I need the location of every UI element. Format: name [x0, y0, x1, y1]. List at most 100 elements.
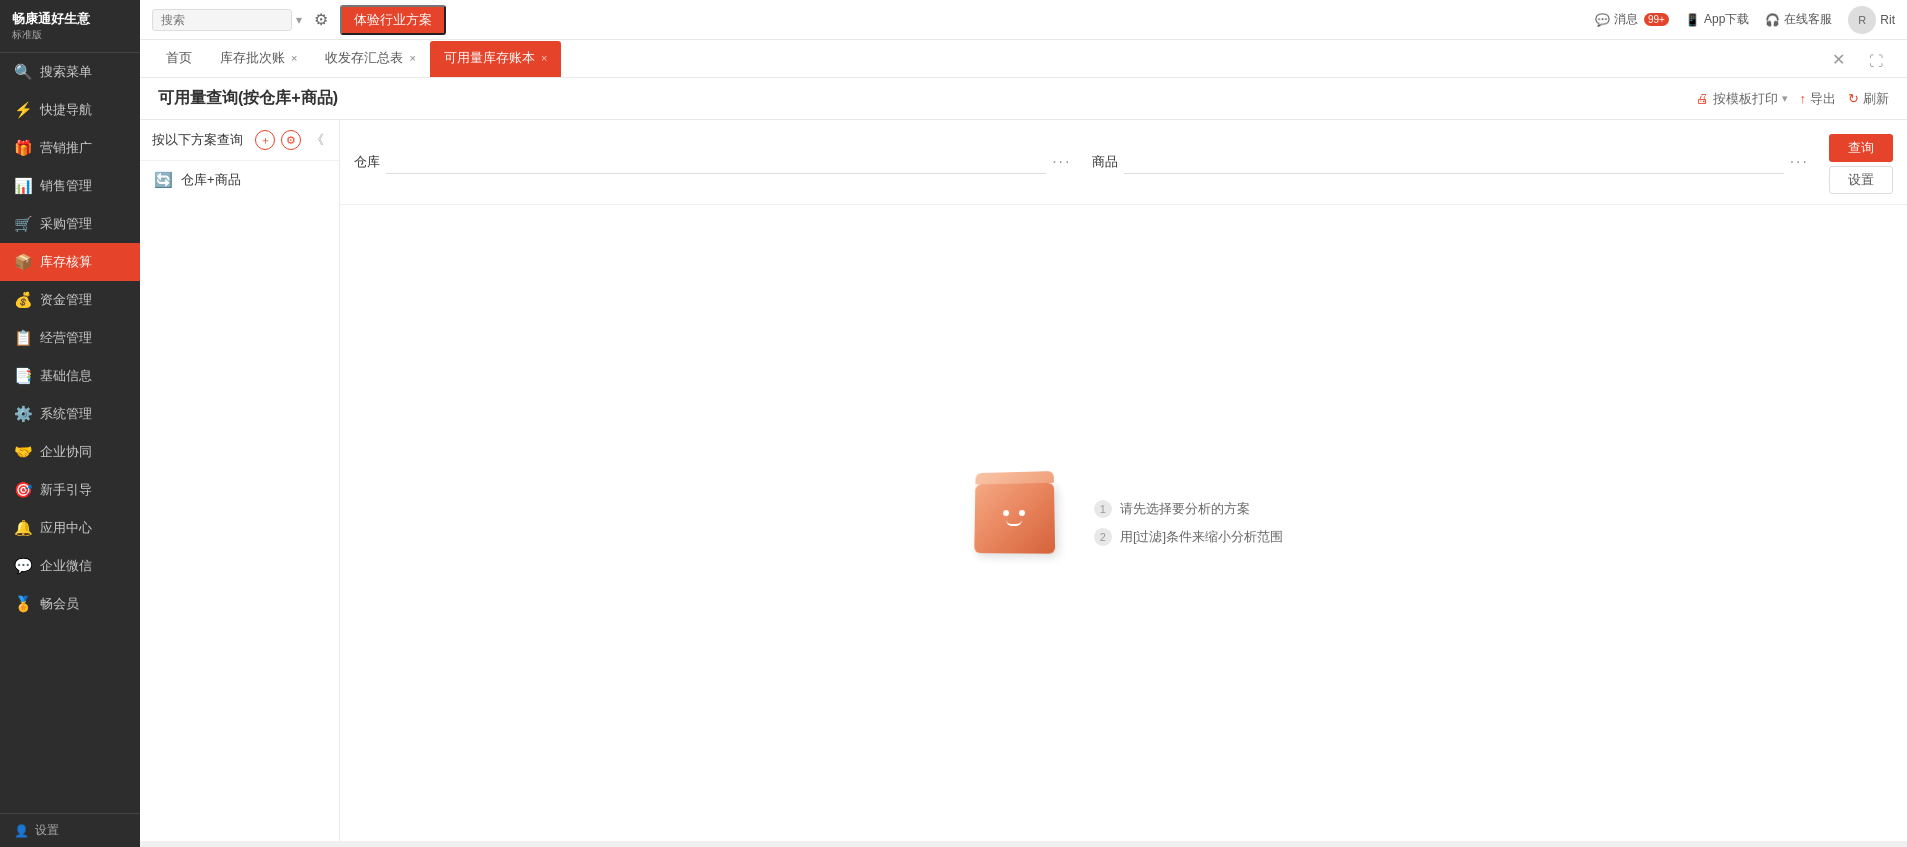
sidebar-item-newbie[interactable]: 🎯新手引导: [0, 471, 140, 509]
operations-icon: 📋: [14, 329, 32, 347]
hint-number-2: 2: [1094, 528, 1112, 546]
left-panel-header: 按以下方案查询 ＋ ⚙ 《: [140, 120, 339, 161]
page: 可用量查询(按仓库+商品) 🖨 按模板打印 ▾ ↑ 导出 ↻ 刷新: [140, 78, 1907, 847]
search-icon: 🔍: [14, 63, 32, 81]
sidebar-item-label-vip: 畅会员: [40, 595, 79, 613]
filter-actions: 查询 设置: [1829, 130, 1893, 194]
vip-icon: 🏅: [14, 595, 32, 613]
filter-warehouse-field: 仓库 ···: [354, 150, 1072, 174]
basics-icon: 📑: [14, 367, 32, 385]
sidebar-item-appstore[interactable]: 🔔 应用中心: [0, 509, 140, 547]
tab-batch[interactable]: 库存批次账 ×: [206, 41, 311, 77]
empty-state: 1 请先选择要分析的方案 2 用[过滤]条件来缩小分析范围: [340, 205, 1907, 841]
tab-window-close-btn[interactable]: ✕: [1820, 42, 1857, 77]
sidebar-item-label-operations: 经营管理: [40, 329, 92, 347]
avatar: R: [1848, 6, 1876, 34]
app-subtitle: 标准版: [12, 28, 128, 42]
topbar-actions: 💬 消息 99+ 📱 App下载 🎧 在线客服 R Rit: [1595, 6, 1895, 34]
sidebar-item-system[interactable]: ⚙️系统管理: [0, 395, 140, 433]
main-area: ▾ ⚙ 体验行业方案 💬 消息 99+ 📱 App下载 🎧 在线客服 R: [140, 0, 1907, 847]
sidebar-item-label-system: 系统管理: [40, 405, 92, 423]
trial-btn[interactable]: 体验行业方案: [340, 5, 446, 35]
export-label: 导出: [1810, 90, 1836, 108]
tab-summary[interactable]: 收发存汇总表 ×: [311, 41, 429, 77]
app-download-icon: 📱: [1685, 13, 1700, 27]
add-scheme-btn[interactable]: ＋: [255, 130, 275, 150]
sidebar-logo: 畅康通好生意 标准版: [0, 0, 140, 53]
filter-warehouse-input[interactable]: [386, 150, 1046, 174]
left-panel-icons: ＋ ⚙ 《: [255, 130, 327, 150]
left-panel: 按以下方案查询 ＋ ⚙ 《 🔄 仓库+商品: [140, 120, 340, 841]
appstore-icon: 🔔: [14, 519, 32, 537]
customer-service-label: 在线客服: [1784, 11, 1832, 28]
scheme-settings-btn[interactable]: ⚙: [281, 130, 301, 150]
sidebar-item-inventory[interactable]: 📦库存核算: [0, 243, 140, 281]
sidebar-item-sales[interactable]: 📊 销售管理: [0, 167, 140, 205]
sidebar-item-label-appstore: 应用中心: [40, 519, 92, 537]
content-area: 按以下方案查询 ＋ ⚙ 《 🔄 仓库+商品 仓库: [140, 120, 1907, 841]
query-btn[interactable]: 查询: [1829, 134, 1893, 162]
user-avatar-action[interactable]: R Rit: [1848, 6, 1895, 34]
print-icon: 🖨: [1696, 91, 1709, 106]
print-action[interactable]: 🖨 按模板打印 ▾: [1696, 90, 1788, 108]
tab-batch-label: 库存批次账: [220, 49, 285, 67]
message-icon: 💬: [1595, 13, 1610, 27]
shortcut-icon: ⚡: [14, 101, 32, 119]
sidebar-item-marketing[interactable]: 🎁营销推广: [0, 129, 140, 167]
customer-service-action[interactable]: 🎧 在线客服: [1765, 11, 1832, 28]
sidebar-item-label-sales: 销售管理: [40, 177, 92, 195]
sidebar-scroll: 🔍搜索菜单⚡快捷导航🎁营销推广 📊 销售管理 🛒采购管理📦库存核算💰资金管理 📋 经营管理…: [0, 53, 140, 813]
empty-hint-2: 2 用[过滤]条件来缩小分析范围: [1094, 528, 1283, 546]
search-input[interactable]: [152, 9, 292, 31]
sidebar-item-operations[interactable]: 📋 经营管理: [0, 319, 140, 357]
wxenterprise-icon: 💬: [14, 557, 32, 575]
tabbar: 首页 库存批次账 × 收发存汇总表 × 可用量库存账本 × ✕ ⛶: [140, 40, 1907, 78]
refresh-label: 刷新: [1863, 90, 1889, 108]
page-header: 可用量查询(按仓库+商品) 🖨 按模板打印 ▾ ↑ 导出 ↻ 刷新: [140, 78, 1907, 120]
sidebar-item-vip[interactable]: 🏅 畅会员: [0, 585, 140, 623]
avatar-initial: R: [1858, 14, 1866, 26]
tab-summary-close[interactable]: ×: [409, 52, 415, 64]
print-label: 按模板打印: [1713, 90, 1778, 108]
scheme-icon-warehouse: 🔄: [154, 171, 173, 189]
topbar-gear-icon[interactable]: ⚙: [310, 6, 332, 33]
filter-warehouse-more-btn[interactable]: ···: [1052, 153, 1071, 171]
filter-row: 仓库 ··· 商品 ··· 查询 设置: [340, 120, 1907, 205]
tab-available-label: 可用量库存账本: [444, 49, 535, 67]
filter-product-input[interactable]: [1124, 150, 1784, 174]
sidebar-item-label-wxenterprise: 企业微信: [40, 557, 92, 575]
sales-icon: 📊: [14, 177, 32, 195]
sidebar-item-label-newbie: 新手引导: [40, 481, 92, 499]
tab-summary-label: 收发存汇总表: [325, 49, 403, 67]
sidebar-item-label-enterprise: 企业协同: [40, 443, 92, 461]
sidebar-bottom-settings[interactable]: 👤 设置: [0, 813, 140, 847]
topbar: ▾ ⚙ 体验行业方案 💬 消息 99+ 📱 App下载 🎧 在线客服 R: [140, 0, 1907, 40]
tab-expand-btn[interactable]: ⛶: [1857, 45, 1895, 77]
sidebar-item-search[interactable]: 🔍搜索菜单: [0, 53, 140, 91]
filter-settings-btn[interactable]: 设置: [1829, 166, 1893, 194]
topbar-search-area: ▾: [152, 9, 302, 31]
sidebar-item-finance[interactable]: 💰资金管理: [0, 281, 140, 319]
right-panel: 仓库 ··· 商品 ··· 查询 设置: [340, 120, 1907, 841]
sidebar-item-enterprise[interactable]: 🤝 企业协同: [0, 433, 140, 471]
tab-available-close[interactable]: ×: [541, 52, 547, 64]
empty-box-eyes: [1003, 510, 1025, 516]
message-badge: 99+: [1644, 13, 1669, 26]
hint-text-2: 用[过滤]条件来缩小分析范围: [1120, 528, 1283, 546]
scheme-item-warehouse-product[interactable]: 🔄 仓库+商品: [140, 161, 339, 199]
message-action[interactable]: 💬 消息 99+: [1595, 11, 1669, 28]
refresh-action[interactable]: ↻ 刷新: [1848, 90, 1889, 108]
sidebar-item-purchase[interactable]: 🛒采购管理: [0, 205, 140, 243]
search-dropdown-icon[interactable]: ▾: [296, 13, 302, 27]
sidebar-item-wxenterprise[interactable]: 💬 企业微信: [0, 547, 140, 585]
tab-batch-close[interactable]: ×: [291, 52, 297, 64]
sidebar-item-shortcut[interactable]: ⚡快捷导航: [0, 91, 140, 129]
enterprise-icon: 🤝: [14, 443, 32, 461]
sidebar-item-basics[interactable]: 📑基础信息: [0, 357, 140, 395]
tab-available[interactable]: 可用量库存账本 ×: [430, 41, 561, 77]
left-panel-collapse-btn[interactable]: 《: [307, 130, 327, 150]
app-download-action[interactable]: 📱 App下载: [1685, 11, 1749, 28]
filter-product-more-btn[interactable]: ···: [1790, 153, 1809, 171]
tab-home[interactable]: 首页: [152, 41, 206, 77]
export-action[interactable]: ↑ 导出: [1800, 90, 1837, 108]
